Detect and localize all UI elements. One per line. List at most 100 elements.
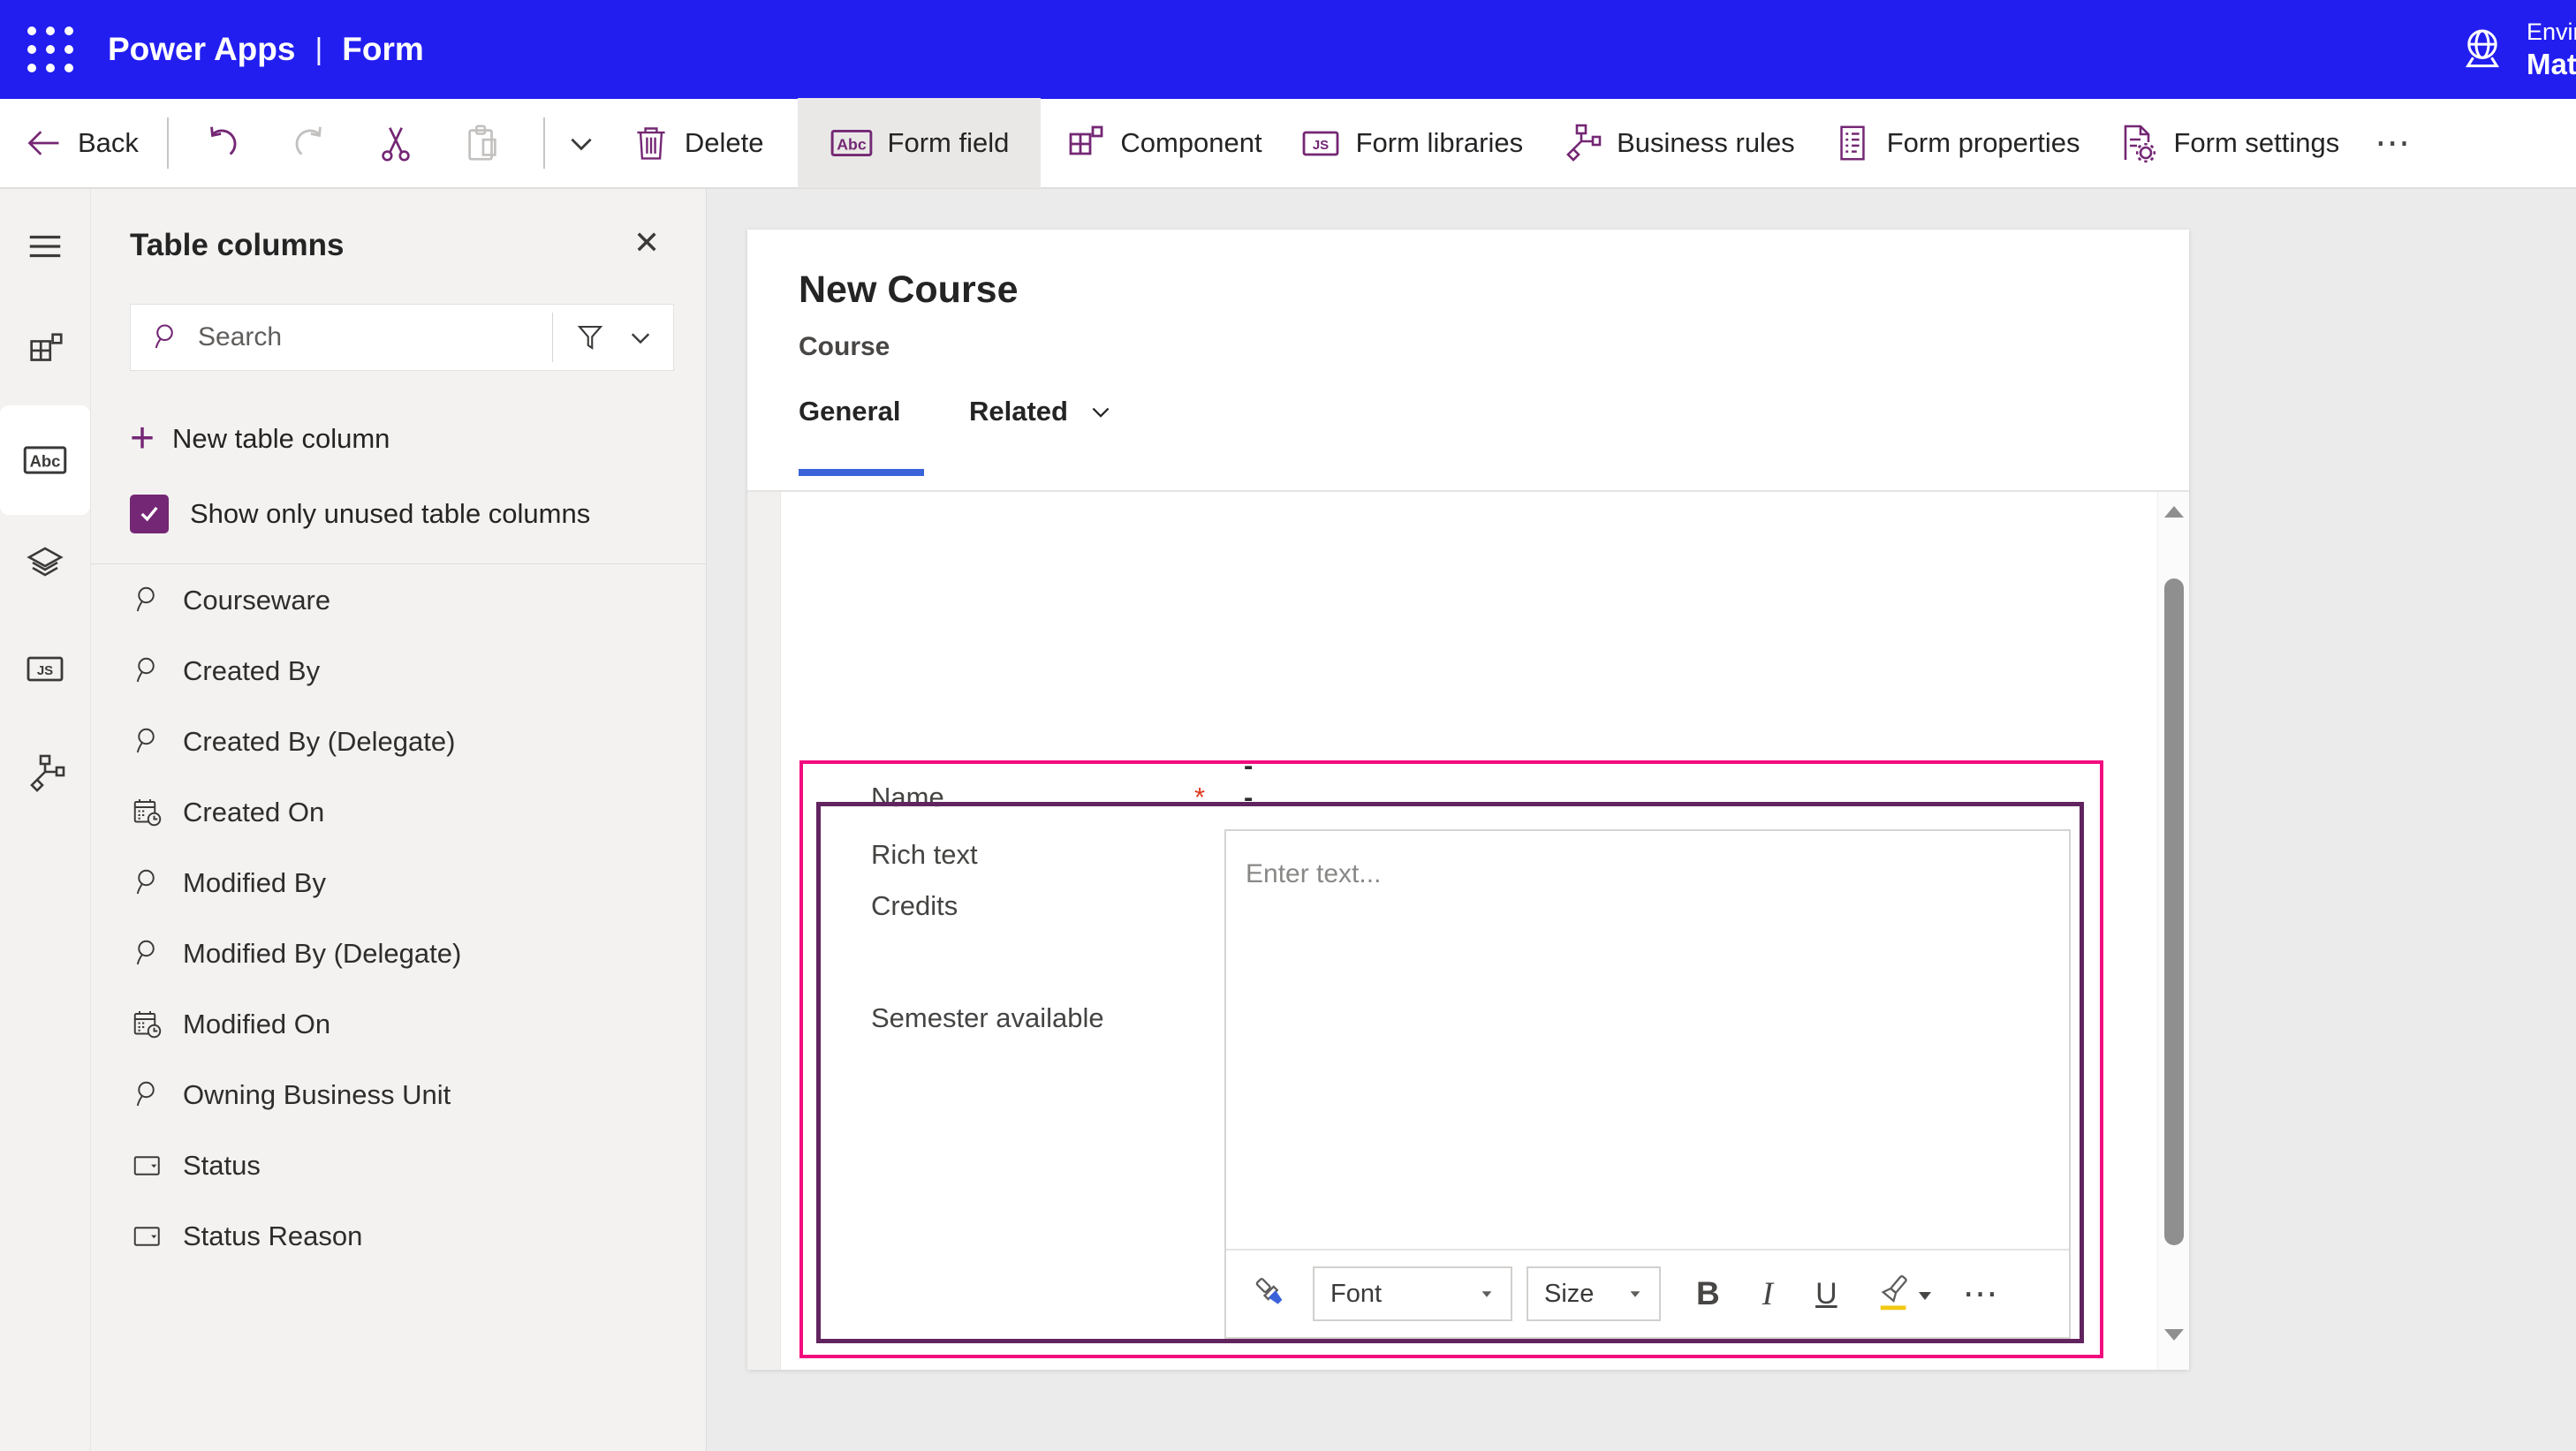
delete-button[interactable]: Delete xyxy=(632,98,764,188)
search-box xyxy=(130,304,674,371)
form-properties-button[interactable]: Form properties xyxy=(1832,98,2080,188)
search-input[interactable] xyxy=(198,322,463,352)
lookup-icon xyxy=(132,655,163,687)
undo-button[interactable] xyxy=(202,98,243,188)
dropdown-triangle-icon xyxy=(1482,1291,1492,1297)
js-icon: JS xyxy=(24,647,66,690)
table-column-item[interactable]: Modified By (Delegate) xyxy=(91,918,708,989)
table-column-label: Modified By (Delegate) xyxy=(183,938,461,970)
environment-name: Mat xyxy=(2527,47,2576,82)
back-label: Back xyxy=(78,127,139,159)
dropdown-triangle-icon xyxy=(1631,1291,1640,1297)
component-icon xyxy=(1064,122,1106,164)
bold-button[interactable]: B xyxy=(1696,1275,1720,1312)
app-launcher-waffle-icon[interactable] xyxy=(23,22,78,77)
table-column-label: Modified On xyxy=(183,1009,330,1040)
table-column-item[interactable]: Created By xyxy=(91,636,708,707)
scrollbar-thumb[interactable] xyxy=(2164,578,2184,1245)
form-table-name: Course xyxy=(799,332,890,362)
svg-text:JS: JS xyxy=(37,663,53,678)
table-column-item[interactable]: Created On xyxy=(91,777,708,848)
table-column-item[interactable]: Owning Business Unit xyxy=(91,1060,708,1130)
table-column-label: Status Reason xyxy=(183,1221,362,1252)
size-dropdown-label: Size xyxy=(1544,1280,1594,1309)
top-bar: Power Apps | Form Envir Mat xyxy=(0,0,2576,99)
app-name[interactable]: Power Apps xyxy=(108,31,295,68)
svg-text:JS: JS xyxy=(1312,138,1328,153)
title-separator: | xyxy=(314,33,322,67)
page-name: Form xyxy=(342,31,424,68)
table-column-item[interactable]: Courseware xyxy=(91,565,708,636)
chevron-down-icon[interactable] xyxy=(627,326,654,349)
form-libraries-button[interactable]: JS Form libraries xyxy=(1299,98,1523,188)
tab-general[interactable]: General xyxy=(799,396,900,427)
rail-components-item[interactable] xyxy=(0,325,90,374)
rail-form-libraries-item[interactable]: JS xyxy=(0,644,90,693)
scroll-up-arrow[interactable] xyxy=(2164,506,2184,518)
delete-label: Delete xyxy=(685,127,764,159)
rail-menu-button[interactable] xyxy=(0,222,90,271)
optionset-icon xyxy=(132,1150,163,1182)
new-table-column-button[interactable]: + New table column xyxy=(130,412,390,466)
ellipsis-icon: ⋯ xyxy=(2375,123,2412,163)
underline-button[interactable]: U xyxy=(1815,1277,1837,1311)
abc-field-icon: Abc xyxy=(22,437,68,483)
rich-text-editor[interactable]: Enter text... Font Size B I U xyxy=(1224,829,2071,1339)
tab-related[interactable]: Related xyxy=(969,396,1114,427)
table-column-item[interactable]: Status xyxy=(91,1130,708,1201)
paste-button[interactable] xyxy=(462,98,503,188)
section-gutter xyxy=(747,492,781,1370)
dropdown-triangle-icon xyxy=(1919,1292,1931,1300)
redo-button[interactable] xyxy=(289,98,330,188)
cut-button[interactable] xyxy=(375,98,416,188)
table-column-item[interactable]: Modified By xyxy=(91,848,708,918)
filter-icon[interactable] xyxy=(574,321,606,353)
abc-field-icon: Abc xyxy=(830,121,874,165)
rail-business-rules-item[interactable] xyxy=(0,749,90,798)
form-properties-icon xyxy=(1832,123,1873,163)
lookup-icon xyxy=(132,585,163,616)
form-field-button[interactable]: Abc Form field xyxy=(798,98,1042,188)
table-column-label: Modified By xyxy=(183,867,326,899)
search-divider xyxy=(552,313,553,362)
datetime-icon xyxy=(132,797,163,828)
font-dropdown[interactable]: Font xyxy=(1313,1266,1512,1321)
italic-button[interactable]: I xyxy=(1762,1275,1773,1313)
rail-table-columns-item-active[interactable]: Abc xyxy=(0,435,90,485)
chevron-down-icon xyxy=(566,130,596,156)
rail-tree-view-item[interactable] xyxy=(0,538,90,587)
table-column-label: Courseware xyxy=(183,585,330,616)
trash-icon xyxy=(632,124,671,162)
active-tab-underline xyxy=(799,469,924,476)
layers-icon xyxy=(24,541,66,584)
highlight-color-button[interactable] xyxy=(1875,1273,1931,1314)
form-settings-button[interactable]: Form settings xyxy=(2117,98,2339,188)
back-button[interactable]: Back xyxy=(25,98,139,188)
table-column-item[interactable]: Modified On xyxy=(91,989,708,1060)
scroll-down-arrow[interactable] xyxy=(2164,1329,2184,1341)
show-unused-checkbox-row[interactable]: Show only unused table columns xyxy=(130,495,590,533)
more-formatting-button[interactable]: ⋯ xyxy=(1963,1273,2000,1314)
business-rules-button[interactable]: Business rules xyxy=(1560,98,1795,188)
size-dropdown[interactable]: Size xyxy=(1527,1266,1661,1321)
checkbox-checked[interactable] xyxy=(130,495,169,533)
table-column-item[interactable]: Created By (Delegate) xyxy=(91,707,708,777)
form-title: New Course xyxy=(799,268,1019,312)
close-icon[interactable]: ✕ xyxy=(633,224,660,261)
paste-icon xyxy=(462,123,503,163)
table-column-label: Created On xyxy=(183,797,324,828)
environment-picker[interactable]: Envir Mat xyxy=(2458,0,2576,99)
form-libraries-label: Form libraries xyxy=(1356,127,1523,159)
format-painter-icon[interactable] xyxy=(1251,1273,1292,1314)
table-column-item[interactable]: Status Reason xyxy=(91,1201,708,1272)
table-column-label: Created By xyxy=(183,655,320,687)
form-canvas: New Course Course General Related Name *… xyxy=(747,230,2189,1370)
new-table-column-label: New table column xyxy=(172,423,390,455)
more-commands-button[interactable]: ⋯ xyxy=(2375,98,2412,188)
panel-divider xyxy=(91,563,708,564)
overflow-chevron-button[interactable] xyxy=(566,98,596,188)
undo-icon xyxy=(202,123,243,163)
component-button[interactable]: Component xyxy=(1064,98,1261,188)
lookup-icon xyxy=(132,1079,163,1111)
svg-text:Abc: Abc xyxy=(837,135,867,153)
